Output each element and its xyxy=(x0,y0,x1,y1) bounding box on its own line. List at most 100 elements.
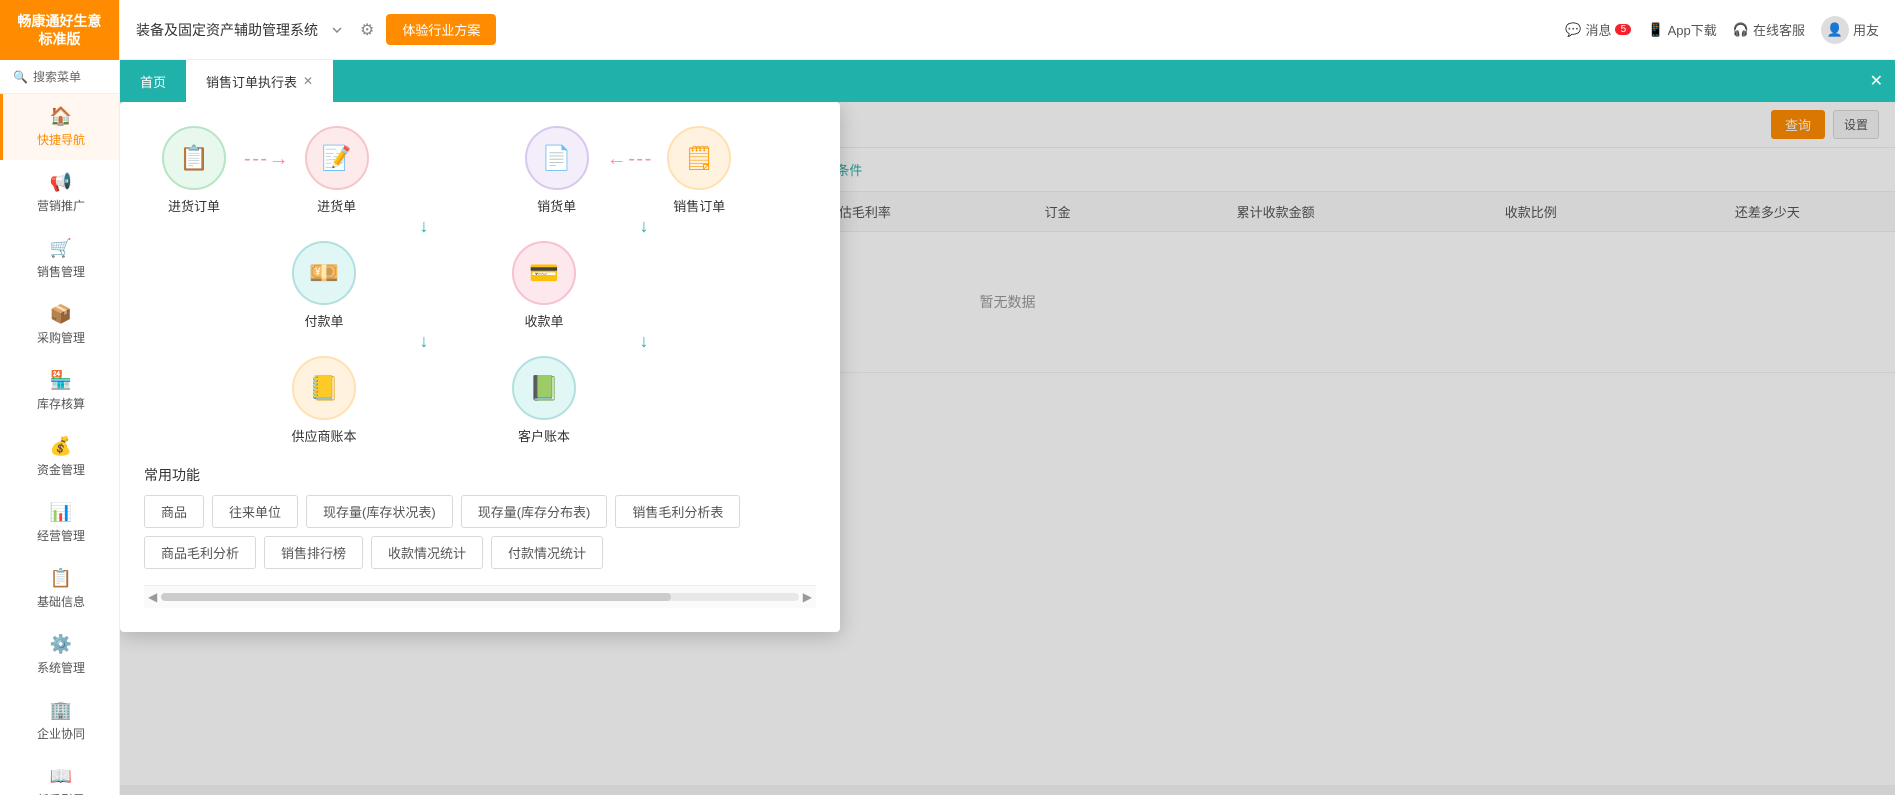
common-btn-商品[interactable]: 商品 xyxy=(144,495,204,528)
flow-node-customer-ledger[interactable]: 📗 客户账本 xyxy=(494,356,594,445)
common-btn-商品毛利分析[interactable]: 商品毛利分析 xyxy=(144,536,256,569)
scroll-right-arrow[interactable]: ▶ xyxy=(803,590,812,604)
purchase-order-label: 进货订单 xyxy=(168,196,220,215)
experience-button[interactable]: 体验行业方案 xyxy=(386,14,496,45)
page-body: ❓ 帮助 🖨 按模板打印 ▾ ⬆ 导出 🔄 刷新 查询 设置 xyxy=(120,102,1895,795)
receipt-bill-label: 收款单 xyxy=(524,311,563,330)
finance-icon: 💰 xyxy=(50,436,72,457)
guide-label: 新手引导 xyxy=(37,791,85,795)
sidebar-item-base-info[interactable]: 📋 基础信息 xyxy=(0,556,119,622)
sidebar-item-sys-manage[interactable]: ⚙️ 系统管理 xyxy=(0,622,119,688)
header-right: 💬 消息 5 📱 App下载 🎧 在线客服 👤 用友 xyxy=(1565,16,1879,44)
scroll-thumb xyxy=(161,593,671,601)
common-buttons-row: 商品往来单位现存量(库存状况表)现存量(库存分布表)销售毛利分析表商品毛利分析销… xyxy=(144,495,816,569)
arrow-left-1: ← - - - xyxy=(607,148,650,171)
sidebar-item-purchase[interactable]: 📦 采购管理 xyxy=(0,292,119,358)
sales-bill-icon: 📄 xyxy=(525,126,589,190)
flow-node-supplier-ledger[interactable]: 📒 供应商账本 xyxy=(274,356,374,445)
quick-nav-modal: 📋 进货订单 - - - → 📝 进货单 � xyxy=(120,102,840,632)
common-btn-收款情况统计[interactable]: 收款情况统计 xyxy=(371,536,483,569)
purchase-label: 采购管理 xyxy=(37,329,85,346)
system-dropdown[interactable] xyxy=(330,23,344,37)
flow-node-payment-bill[interactable]: 💴 付款单 xyxy=(274,241,374,330)
sales-label: 销售管理 xyxy=(37,263,85,280)
app-download-button[interactable]: 📱 App下载 xyxy=(1647,20,1716,39)
purchase-order-icon: 📋 xyxy=(162,126,226,190)
enterprise-icon: 🏢 xyxy=(50,700,72,721)
supplier-ledger-label: 供应商账本 xyxy=(291,426,356,445)
sys-manage-icon: ⚙️ xyxy=(50,634,72,655)
common-btn-现存量库存状况表[interactable]: 现存量(库存状况表) xyxy=(306,495,453,528)
logo: 畅康通好生意 标准版 xyxy=(0,0,119,60)
scroll-bar-row: ◀ ▶ xyxy=(144,585,816,608)
marketing-icon: 📢 xyxy=(50,172,72,193)
sidebar-item-operations[interactable]: 📊 经营管理 xyxy=(0,490,119,556)
tab-close-icon[interactable]: ✕ xyxy=(303,74,313,88)
flow-node-purchase-order[interactable]: 📋 进货订单 xyxy=(144,126,244,215)
scroll-left-arrow[interactable]: ◀ xyxy=(148,590,157,604)
scroll-track[interactable] xyxy=(161,593,799,601)
sidebar-item-finance[interactable]: 💰 资金管理 xyxy=(0,424,119,490)
sidebar-item-sales[interactable]: 🛒 销售管理 xyxy=(0,226,119,292)
common-btn-销售毛利分析表[interactable]: 销售毛利分析表 xyxy=(615,495,740,528)
inventory-icon: 🏪 xyxy=(50,370,72,391)
flow-diagram: 📋 进货订单 - - - → 📝 进货单 � xyxy=(144,126,816,445)
base-info-label: 基础信息 xyxy=(37,593,85,610)
sidebar-nav: 🏠 快捷导航 📢 营销推广 🛒 销售管理 📦 采购管理 🏪 库存核算 💰 资金管… xyxy=(0,94,119,795)
user-avatar[interactable]: 👤 用友 xyxy=(1821,16,1879,44)
common-title: 常用功能 xyxy=(144,465,816,485)
purchase-bill-icon: 📝 xyxy=(305,126,369,190)
service-icon: 🎧 xyxy=(1733,22,1749,38)
quick-nav-label: 快捷导航 xyxy=(37,131,85,148)
receipt-bill-icon: 💳 xyxy=(512,241,576,305)
arrow-right-1: - - - → xyxy=(244,148,287,171)
sidebar-item-guide[interactable]: 📖 新手引导 xyxy=(0,754,119,795)
tab-bar: 首页 销售订单执行表 ✕ ✕ xyxy=(120,60,1895,102)
settings-icon[interactable]: ⚙ xyxy=(360,20,374,40)
sidebar-item-inventory[interactable]: 🏪 库存核算 xyxy=(0,358,119,424)
operations-icon: 📊 xyxy=(50,502,72,523)
sidebar: 畅康通好生意 标准版 🔍 搜索菜单 🏠 快捷导航 📢 营销推广 🛒 销售管理 📦… xyxy=(0,0,120,795)
flow-node-receipt-bill[interactable]: 💳 收款单 xyxy=(494,241,594,330)
message-badge: 5 xyxy=(1615,24,1631,35)
marketing-label: 营销推广 xyxy=(37,197,85,214)
sidebar-item-marketing[interactable]: 📢 营销推广 xyxy=(0,160,119,226)
sales-order-label: 销售订单 xyxy=(673,196,725,215)
search-icon: 🔍 xyxy=(13,70,28,84)
arrow-down-2: ↓ xyxy=(594,217,694,235)
finance-label: 资金管理 xyxy=(37,461,85,478)
guide-icon: 📖 xyxy=(50,766,72,787)
customer-ledger-label: 客户账本 xyxy=(518,426,570,445)
purchase-bill-label: 进货单 xyxy=(317,196,356,215)
flow-node-sales-order[interactable]: 🗒 销售订单 xyxy=(649,126,749,215)
sidebar-item-quick-nav[interactable]: 🏠 快捷导航 xyxy=(0,94,119,160)
inventory-label: 库存核算 xyxy=(37,395,85,412)
sales-order-icon: 🗒 xyxy=(667,126,731,190)
modal-overlay[interactable]: 📋 进货订单 - - - → 📝 进货单 � xyxy=(120,102,1895,795)
purchase-icon: 📦 xyxy=(50,304,72,325)
flow-node-sales-bill[interactable]: 📄 销货单 xyxy=(507,126,607,215)
app-icon: 📱 xyxy=(1647,22,1663,38)
message-button[interactable]: 💬 消息 5 xyxy=(1565,20,1631,39)
common-btn-现存量库存分布表[interactable]: 现存量(库存分布表) xyxy=(461,495,608,528)
sidebar-item-enterprise[interactable]: 🏢 企业协同 xyxy=(0,688,119,754)
tab-sales-order-exec[interactable]: 销售订单执行表 ✕ xyxy=(186,60,333,102)
common-functions-section: 常用功能 商品往来单位现存量(库存状况表)现存量(库存分布表)销售毛利分析表商品… xyxy=(144,465,816,569)
common-btn-往来单位[interactable]: 往来单位 xyxy=(212,495,298,528)
flow-node-purchase-bill[interactable]: 📝 进货单 xyxy=(287,126,387,215)
payment-bill-icon: 💴 xyxy=(292,241,356,305)
close-all-tabs-icon[interactable]: ✕ xyxy=(1870,71,1883,91)
operations-label: 经营管理 xyxy=(37,527,85,544)
system-title: 装备及固定资产辅助管理系统 xyxy=(136,20,318,40)
top-header: 装备及固定资产辅助管理系统 ⚙ 体验行业方案 💬 消息 5 📱 App下载 🎧 … xyxy=(120,0,1895,60)
common-btn-付款情况统计[interactable]: 付款情况统计 xyxy=(491,536,603,569)
tab-home[interactable]: 首页 xyxy=(120,60,186,102)
message-icon: 💬 xyxy=(1565,22,1581,38)
sales-icon: 🛒 xyxy=(50,238,72,259)
common-btn-销售排行榜[interactable]: 销售排行榜 xyxy=(264,536,363,569)
main-area: 装备及固定资产辅助管理系统 ⚙ 体验行业方案 💬 消息 5 📱 App下载 🎧 … xyxy=(120,0,1895,795)
online-service-button[interactable]: 🎧 在线客服 xyxy=(1733,20,1805,39)
sys-manage-label: 系统管理 xyxy=(37,659,85,676)
sidebar-search[interactable]: 🔍 搜索菜单 xyxy=(0,60,119,94)
quick-nav-icon: 🏠 xyxy=(50,106,72,127)
